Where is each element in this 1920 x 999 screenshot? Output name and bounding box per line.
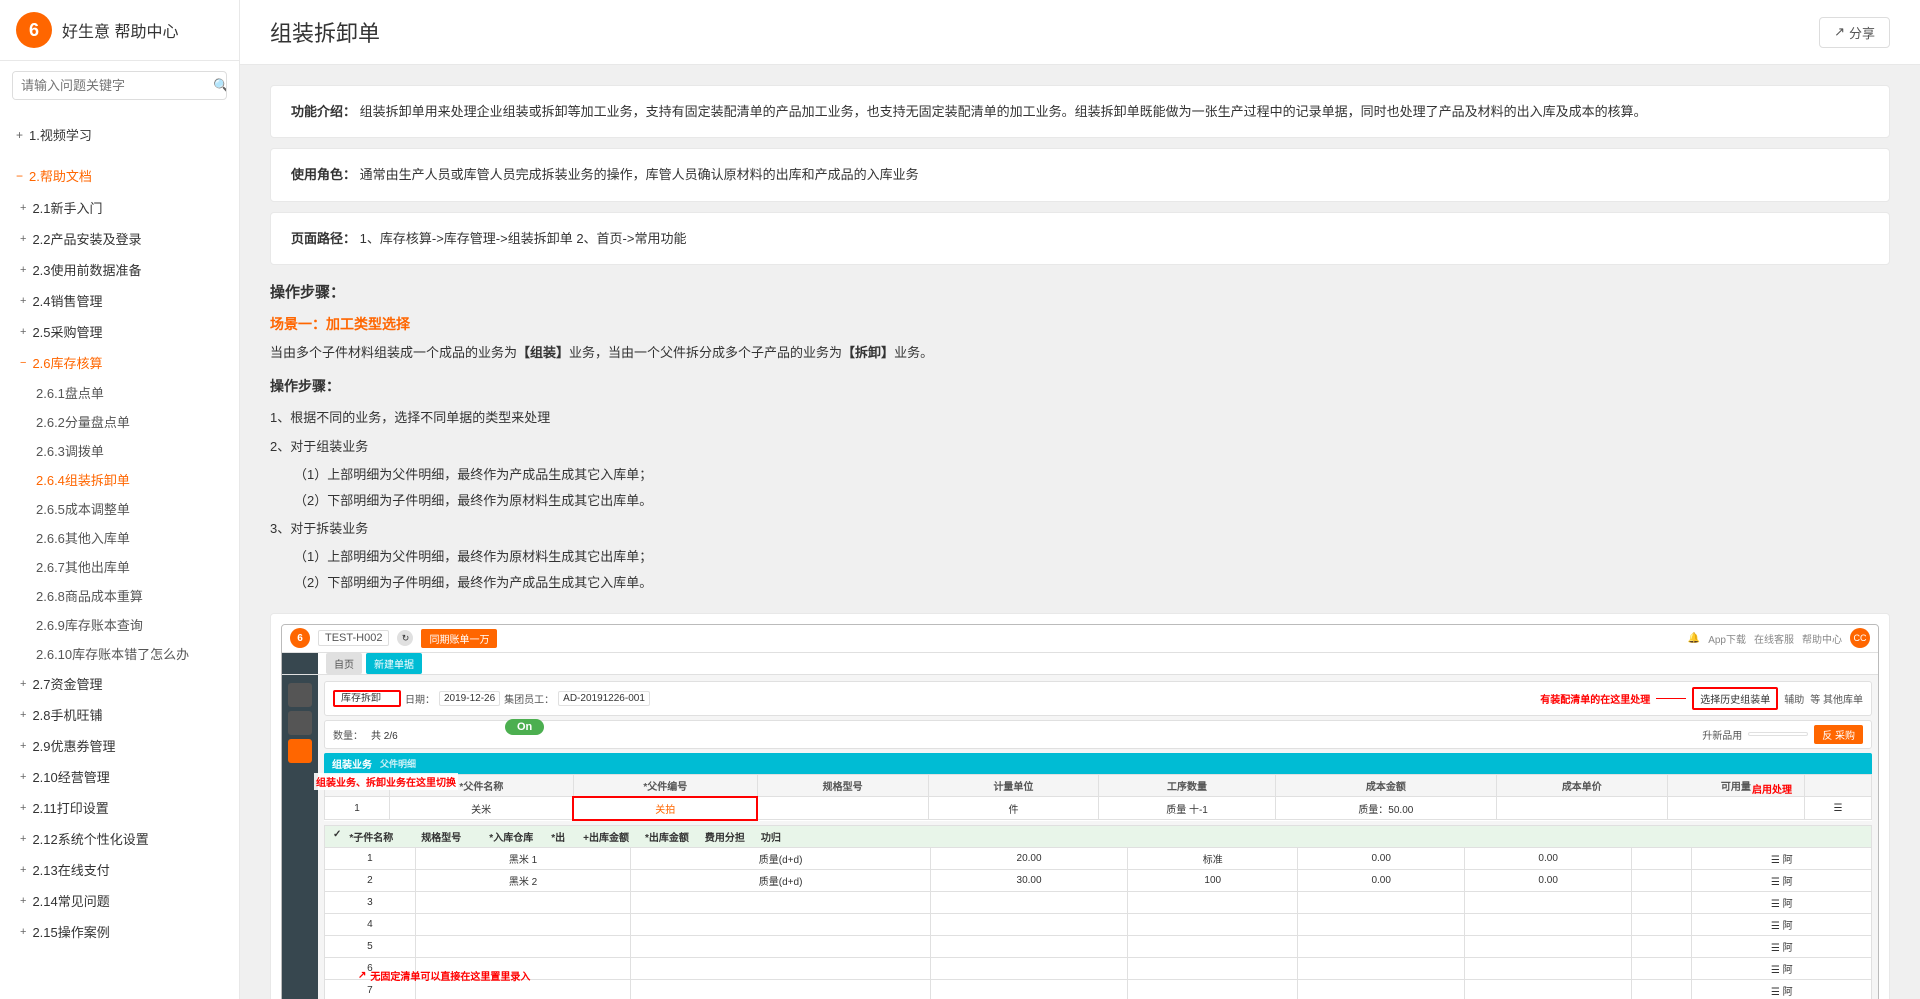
sidebar-leaf-2610[interactable]: 2.6.10库存账本错了怎么办	[0, 639, 239, 668]
scene1-heading: 场景一：加工类型选择	[270, 314, 1890, 334]
sidebar-leaf-262[interactable]: 2.6.2分量盘点单	[0, 407, 239, 436]
sidebar-item-cases[interactable]: + 2.15操作案例	[0, 916, 239, 947]
sidebar-item-video[interactable]: + 1.视频学习	[0, 118, 239, 151]
screenshot-container: 6 TEST-H002 ↻ 同期账单一万 🔔 App下载 在线客服 帮助中心 C…	[270, 613, 1890, 999]
logo-icon: 6	[16, 12, 52, 48]
sim-screenshot: 6 TEST-H002 ↻ 同期账单一万 🔔 App下载 在线客服 帮助中心 C…	[281, 624, 1879, 999]
sub-step-a2: （2）下部明细为子件明细，最终作为原材料生成其它出库单。	[294, 488, 1890, 515]
sidebar-item-label: 1.视频学习	[29, 125, 92, 144]
nav-section-2: − 2.帮助文档 + 2.1新手入门 + 2.2产品安装及登录 + 2.3使用前…	[0, 155, 239, 951]
sidebar-leaf-269[interactable]: 2.6.9库存账本查询	[0, 610, 239, 639]
step-3-list: 3、对于拆装业务	[270, 515, 1890, 544]
brand-name: 好生意 帮助中心	[62, 18, 178, 42]
role-text: 通常由生产人员或库管人员完成拆装业务的操作，库管人员确认原材料的出库和产成品的入…	[360, 167, 919, 182]
sub-steps-disassemble: （1）上部明细为父件明细，最终作为原材料生成其它出库单； （2）下部明细为子件明…	[270, 544, 1890, 597]
share-label: 分享	[1849, 23, 1875, 42]
step-list: 1、根据不同的业务，选择不同单据的类型来处理 2、对于组装业务	[270, 404, 1890, 461]
scene1-desc: 当由多个子件材料组装成一个成品的业务为【组装】业务，当由一个父件拆分成多个子产品…	[270, 340, 1890, 366]
sub-steps-assemble: （1）上部明细为父件明细，最终作为产成品生成其它入库单； （2）下部明细为子件明…	[270, 462, 1890, 515]
nav-tree: + 1.视频学习 − 2.帮助文档 + 2.1新手入门 + 2.2产品安装及登录	[0, 110, 239, 999]
sidebar: 6 好生意 帮助中心 🔍 + 1.视频学习 − 2.帮助文档 + 2.1新手入门	[0, 0, 240, 999]
sidebar-item-sales[interactable]: + 2.4销售管理	[0, 285, 239, 316]
sidebar-item-install[interactable]: + 2.2产品安装及登录	[0, 223, 239, 254]
sub-step-d1: （1）上部明细为父件明细，最终作为原材料生成其它出库单；	[294, 544, 1890, 571]
sidebar-item-print[interactable]: + 2.11打印设置	[0, 792, 239, 823]
sidebar-item-operations[interactable]: + 2.10经营管理	[0, 761, 239, 792]
sidebar-item-beginner[interactable]: + 2.1新手入门	[0, 192, 239, 223]
path-label: 页面路径：	[291, 231, 356, 246]
step-2: 2、对于组装业务	[270, 433, 1890, 462]
sim-table-parent: ✓*父件名称*父件编号规格型号计量单位工序数量成本金额成本单价可用量 1 关米 …	[324, 774, 1872, 821]
sidebar-header: 6 好生意 帮助中心	[0, 0, 239, 61]
path-text: 1、库存核算->库存管理->组装拆卸单 2、首页->常用功能	[360, 231, 687, 246]
ops-heading: 操作步骤：	[270, 281, 1890, 302]
sidebar-item-inventory[interactable]: − 2.6库存核算	[0, 347, 239, 378]
sim-topbar-right: 🔔 App下载 在线客服 帮助中心 CC	[1688, 628, 1870, 648]
main-header: 组装拆卸单 ↗ 分享	[240, 0, 1920, 65]
sidebar-leaf-261[interactable]: 2.6.1盘点单	[0, 378, 239, 407]
sim-topbar: 6 TEST-H002 ↻ 同期账单一万 🔔 App下载 在线客服 帮助中心 C…	[282, 625, 1878, 653]
sidebar-leaf-267[interactable]: 2.6.7其他出库单	[0, 552, 239, 581]
sidebar-leaf-264[interactable]: 2.6.4组装拆卸单	[0, 465, 239, 494]
search-button[interactable]: 🔍	[205, 74, 227, 98]
plus-icon: +	[16, 128, 23, 142]
sub-step-a1: （1）上部明细为父件明细，最终作为产成品生成其它入库单；	[294, 462, 1890, 489]
sidebar-item-payment[interactable]: + 2.13在线支付	[0, 854, 239, 885]
intro-text: 组装拆卸单用来处理企业组装或拆卸等加工业务，支持有固定装配清单的产品加工业务，也…	[360, 104, 1647, 119]
nav-sub-help: + 2.1新手入门 + 2.2产品安装及登录 + 2.3使用前数据准备 + 2.…	[0, 192, 239, 947]
role-block: 使用角色： 通常由生产人员或库管人员完成拆装业务的操作，库管人员确认原材料的出库…	[270, 148, 1890, 201]
intro-block: 功能介绍： 组装拆卸单用来处理企业组装或拆卸等加工业务，支持有固定装配清单的产品…	[270, 85, 1890, 138]
sim-table-child: 1黑米 1质量(d+d)20.00标准0.000.00☰ 阿 2黑米 2质量(d…	[324, 847, 1872, 999]
sidebar-leaf-265[interactable]: 2.6.5成本调整单	[0, 494, 239, 523]
search-box[interactable]: 🔍	[12, 71, 227, 100]
sidebar-item-help-docs[interactable]: − 2.帮助文档	[0, 159, 239, 192]
sidebar-item-label: 2.帮助文档	[29, 166, 92, 185]
sidebar-item-purchase[interactable]: + 2.5采购管理	[0, 316, 239, 347]
minus-icon: −	[16, 169, 23, 183]
nav-section-1: + 1.视频学习	[0, 114, 239, 155]
sidebar-leaf-263[interactable]: 2.6.3调拨单	[0, 436, 239, 465]
step-3: 3、对于拆装业务	[270, 515, 1890, 544]
role-label: 使用角色：	[291, 167, 356, 182]
search-input[interactable]	[13, 72, 205, 99]
sidebar-item-coupon[interactable]: + 2.9优惠券管理	[0, 730, 239, 761]
annotation4: 无固定清单可以直接在这里置里录入	[370, 968, 530, 983]
sidebar-item-system[interactable]: + 2.12系统个性化设置	[0, 823, 239, 854]
content-area: 功能介绍： 组装拆卸单用来处理企业组装或拆卸等加工业务，支持有固定装配清单的产品…	[240, 65, 1920, 999]
sidebar-leaf-266[interactable]: 2.6.6其他入库单	[0, 523, 239, 552]
sidebar-item-finance[interactable]: + 2.7资金管理	[0, 668, 239, 699]
sim-logo: 6	[290, 628, 310, 648]
intro-label: 功能介绍：	[291, 104, 356, 119]
step-1: 1、根据不同的业务，选择不同单据的类型来处理	[270, 404, 1890, 433]
sidebar-item-mobile[interactable]: + 2.8手机旺铺	[0, 699, 239, 730]
sub-step-d2: （2）下部明细为子件明细，最终作为产成品生成其它入库单。	[294, 570, 1890, 597]
page-title: 组装拆卸单	[270, 16, 380, 48]
ops-heading2: 操作步骤：	[270, 376, 1890, 396]
main-content: 组装拆卸单 ↗ 分享 功能介绍： 组装拆卸单用来处理企业组装或拆卸等加工业务，支…	[240, 0, 1920, 999]
sidebar-item-data-prep[interactable]: + 2.3使用前数据准备	[0, 254, 239, 285]
share-button[interactable]: ↗ 分享	[1819, 17, 1890, 48]
sidebar-item-faq[interactable]: + 2.14常见问题	[0, 885, 239, 916]
path-block: 页面路径： 1、库存核算->库存管理->组装拆卸单 2、首页->常用功能	[270, 212, 1890, 265]
sidebar-leaf-268[interactable]: 2.6.8商品成本重算	[0, 581, 239, 610]
share-icon: ↗	[1834, 24, 1845, 40]
